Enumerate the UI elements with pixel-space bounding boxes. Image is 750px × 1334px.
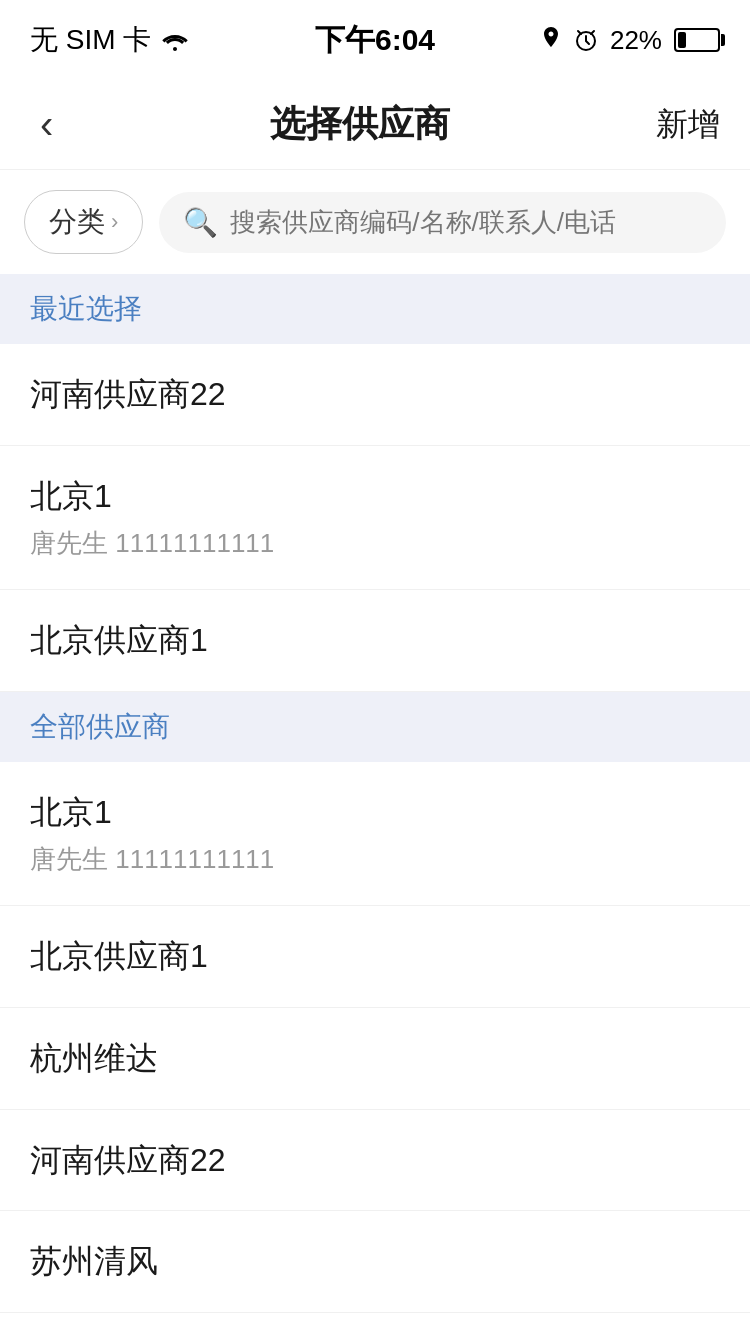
back-button[interactable]: ‹: [30, 92, 63, 157]
add-button[interactable]: 新增: [656, 103, 720, 147]
item-name: 河南供应商22: [30, 1138, 720, 1183]
item-name: 北京供应商1: [30, 618, 720, 663]
item-sub: 唐先生 11111111111: [30, 525, 720, 561]
list-item-a2[interactable]: 北京供应商1: [0, 906, 750, 1008]
search-box: 🔍: [159, 192, 726, 253]
status-bar: 无 SIM 卡 下午6:04 22%: [0, 0, 750, 80]
status-time: 下午6:04: [315, 20, 435, 61]
search-input[interactable]: [230, 207, 702, 238]
section-header-recent: 最近选择: [0, 274, 750, 344]
list-item-r2[interactable]: 北京1 唐先生 11111111111: [0, 446, 750, 590]
status-left: 无 SIM 卡: [30, 21, 189, 59]
page-title: 选择供应商: [270, 100, 450, 149]
list-item-a4[interactable]: 河南供应商22: [0, 1110, 750, 1212]
alarm-icon: [574, 27, 598, 53]
list-item-r1[interactable]: 河南供应商22: [0, 344, 750, 446]
category-filter-button[interactable]: 分类 ›: [24, 190, 143, 254]
item-name: 北京1: [30, 790, 720, 835]
sections-container: 最近选择河南供应商22 北京1 唐先生 11111111111 北京供应商1 全部供应商…: [0, 274, 750, 1313]
list-item-a5[interactable]: 苏州清风: [0, 1211, 750, 1313]
item-name: 北京供应商1: [30, 934, 720, 979]
status-right: 22%: [540, 25, 720, 56]
item-name: 杭州维达: [30, 1036, 720, 1081]
location-icon: [540, 27, 562, 53]
item-name: 北京1: [30, 474, 720, 519]
battery-percent: 22%: [610, 25, 662, 56]
item-name: 苏州清风: [30, 1239, 720, 1284]
search-area: 分类 › 🔍: [0, 170, 750, 274]
list-item-a3[interactable]: 杭州维达: [0, 1008, 750, 1110]
battery-icon: [674, 28, 720, 52]
category-label: 分类: [49, 203, 105, 241]
item-name: 河南供应商22: [30, 372, 720, 417]
item-sub: 唐先生 11111111111: [30, 841, 720, 877]
search-icon: 🔍: [183, 206, 218, 239]
chevron-right-icon: ›: [111, 209, 118, 235]
wifi-icon: [161, 29, 189, 51]
no-sim-text: 无 SIM 卡: [30, 21, 151, 59]
section-header-all: 全部供应商: [0, 692, 750, 762]
list-item-a1[interactable]: 北京1 唐先生 11111111111: [0, 762, 750, 906]
list-item-r3[interactable]: 北京供应商1: [0, 590, 750, 692]
nav-bar: ‹ 选择供应商 新增: [0, 80, 750, 170]
